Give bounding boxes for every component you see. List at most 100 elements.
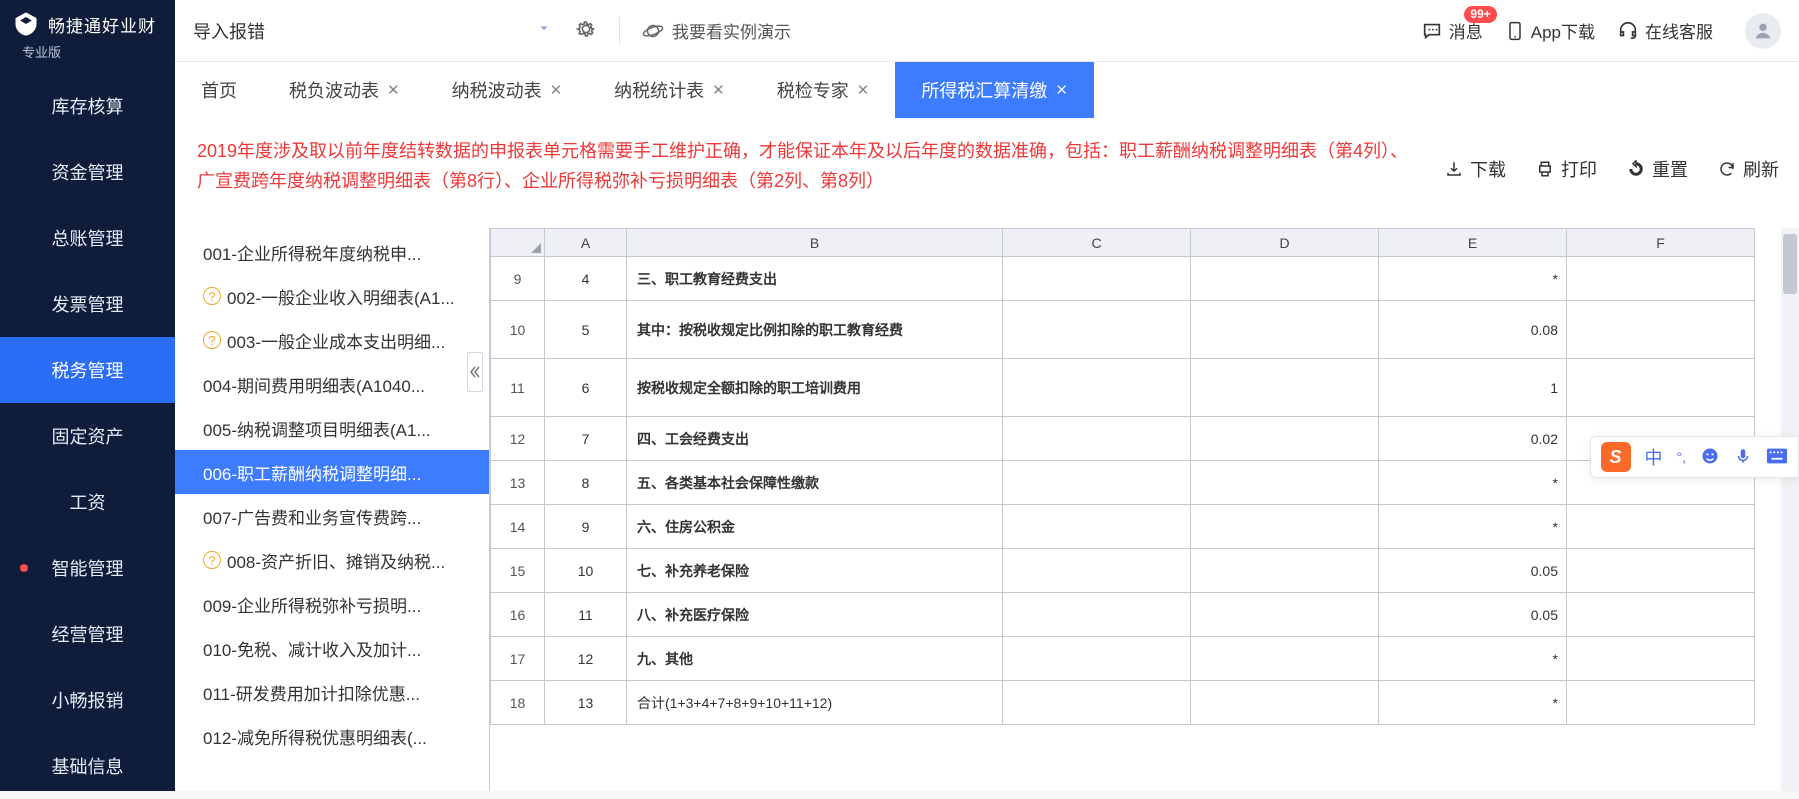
cell[interactable]: 13 [545, 681, 627, 725]
download-button[interactable]: 下载 [1445, 156, 1506, 182]
tree-item-9[interactable]: 010-免税、减计收入及加计... [175, 626, 489, 670]
cell[interactable] [1003, 257, 1191, 301]
cell[interactable] [1191, 359, 1379, 417]
cell[interactable]: 八、补充医疗保险 [627, 593, 1003, 637]
tree-item-1[interactable]: ?002-一般企业收入明细表(A1... [175, 274, 489, 318]
cell[interactable] [1003, 417, 1191, 461]
cell[interactable]: 1 [1379, 359, 1567, 417]
ime-toolbar[interactable]: S 中 °, [1590, 436, 1799, 478]
cell[interactable] [1003, 505, 1191, 549]
cell[interactable] [1567, 301, 1755, 359]
tab-5[interactable]: 所得税汇算清缴✕ [895, 62, 1094, 118]
cell[interactable] [1191, 637, 1379, 681]
cell[interactable]: 0.08 [1379, 301, 1567, 359]
col-header-F[interactable]: F [1567, 229, 1755, 257]
sidebar-item-2[interactable]: 总账管理 [0, 205, 175, 271]
cell[interactable]: 其中：按税收规定比例扣除的职工教育经费 [627, 301, 1003, 359]
cell[interactable] [1567, 257, 1755, 301]
ime-punct-icon[interactable]: °, [1677, 449, 1687, 465]
tree-item-3[interactable]: 004-期间费用明细表(A1040... [175, 362, 489, 406]
cell[interactable]: * [1379, 461, 1567, 505]
cell[interactable] [1191, 681, 1379, 725]
cell[interactable] [1003, 637, 1191, 681]
cell[interactable]: 按税收规定全额扣除的职工培训费用 [627, 359, 1003, 417]
col-header-B[interactable]: B [627, 229, 1003, 257]
cell[interactable]: 12 [545, 637, 627, 681]
tree-item-10[interactable]: 011-研发费用加计扣除优惠... [175, 670, 489, 714]
tree-item-7[interactable]: ?008-资产折旧、摊销及纳税... [175, 538, 489, 582]
support-button[interactable]: 在线客服 [1617, 18, 1713, 43]
demo-link[interactable]: 我要看实例演示 [642, 18, 791, 43]
cell[interactable] [1191, 549, 1379, 593]
cell[interactable]: 九、其他 [627, 637, 1003, 681]
cell[interactable]: 0.02 [1379, 417, 1567, 461]
spreadsheet[interactable]: ABCDEF 94三、职工教育经费支出*105其中：按税收规定比例扣除的职工教育… [490, 228, 1799, 791]
ime-lang[interactable]: 中 [1645, 444, 1663, 470]
col-header-D[interactable]: D [1191, 229, 1379, 257]
cell[interactable]: 四、工会经费支出 [627, 417, 1003, 461]
cell[interactable]: * [1379, 681, 1567, 725]
sidebar-item-0[interactable]: 库存核算 [0, 73, 175, 139]
cell[interactable] [1191, 257, 1379, 301]
close-icon[interactable]: ✕ [387, 81, 400, 99]
ime-mic-icon[interactable] [1734, 446, 1752, 469]
cell[interactable] [1003, 461, 1191, 505]
cell[interactable] [1191, 461, 1379, 505]
cell[interactable] [1191, 505, 1379, 549]
cell[interactable] [1003, 549, 1191, 593]
cell[interactable]: 七、补充养老保险 [627, 549, 1003, 593]
cell[interactable] [1567, 359, 1755, 417]
cell[interactable]: 6 [545, 359, 627, 417]
tab-3[interactable]: 纳税统计表✕ [588, 62, 751, 118]
tree-item-6[interactable]: 007-广告费和业务宣传费跨... [175, 494, 489, 538]
sidebar-item-9[interactable]: 小畅报销 [0, 667, 175, 733]
cell[interactable]: 三、职工教育经费支出 [627, 257, 1003, 301]
tab-4[interactable]: 税检专家✕ [751, 62, 896, 118]
cell[interactable]: * [1379, 637, 1567, 681]
cell[interactable]: 5 [545, 301, 627, 359]
refresh-button[interactable]: 刷新 [1718, 156, 1779, 182]
cell[interactable]: * [1379, 505, 1567, 549]
import-error-dropdown[interactable]: 导入报错 [193, 18, 553, 44]
sidebar-item-8[interactable]: 经营管理 [0, 601, 175, 667]
gear-icon[interactable] [575, 18, 597, 43]
tree-item-11[interactable]: 012-减免所得税优惠明细表(... [175, 714, 489, 758]
tree-item-2[interactable]: ?003-一般企业成本支出明细... [175, 318, 489, 362]
cell[interactable]: 4 [545, 257, 627, 301]
cell[interactable] [1567, 549, 1755, 593]
cell[interactable] [1003, 301, 1191, 359]
close-icon[interactable]: ✕ [712, 81, 725, 99]
tree-item-4[interactable]: 005-纳税调整项目明细表(A1... [175, 406, 489, 450]
avatar[interactable] [1745, 13, 1781, 49]
cell[interactable] [1567, 593, 1755, 637]
cell[interactable]: 9 [491, 257, 545, 301]
cell[interactable]: 六、住房公积金 [627, 505, 1003, 549]
tree-item-5[interactable]: 006-职工薪酬纳税调整明细... [175, 450, 489, 494]
sidebar-item-6[interactable]: 工资 [0, 469, 175, 535]
tree-item-0[interactable]: 001-企业所得税年度纳税申... [175, 230, 489, 274]
col-header-A[interactable]: A [545, 229, 627, 257]
sidebar-item-1[interactable]: 资金管理 [0, 139, 175, 205]
print-button[interactable]: 打印 [1536, 156, 1597, 182]
close-icon[interactable]: ✕ [550, 81, 563, 99]
cell[interactable]: 11 [491, 359, 545, 417]
sidebar-item-7[interactable]: 智能管理 [0, 535, 175, 601]
cell[interactable]: 9 [545, 505, 627, 549]
cell[interactable] [1003, 593, 1191, 637]
cell[interactable]: 12 [491, 417, 545, 461]
tab-2[interactable]: 纳税波动表✕ [426, 62, 589, 118]
page-vertical-scrollbar[interactable] [1781, 228, 1799, 791]
cell[interactable]: 10 [491, 301, 545, 359]
reset-button[interactable]: 重置 [1627, 156, 1688, 182]
ime-keyboard-icon[interactable] [1766, 447, 1788, 468]
cell[interactable]: 16 [491, 593, 545, 637]
cell[interactable]: 13 [491, 461, 545, 505]
cell[interactable]: 10 [545, 549, 627, 593]
ime-emoji-icon[interactable] [1700, 446, 1720, 469]
col-header-E[interactable]: E [1379, 229, 1567, 257]
cell[interactable]: 合计(1+3+4+7+8+9+10+11+12) [627, 681, 1003, 725]
cell[interactable] [1003, 681, 1191, 725]
cell[interactable]: 15 [491, 549, 545, 593]
tab-1[interactable]: 税负波动表✕ [263, 62, 426, 118]
cell[interactable]: 0.05 [1379, 593, 1567, 637]
